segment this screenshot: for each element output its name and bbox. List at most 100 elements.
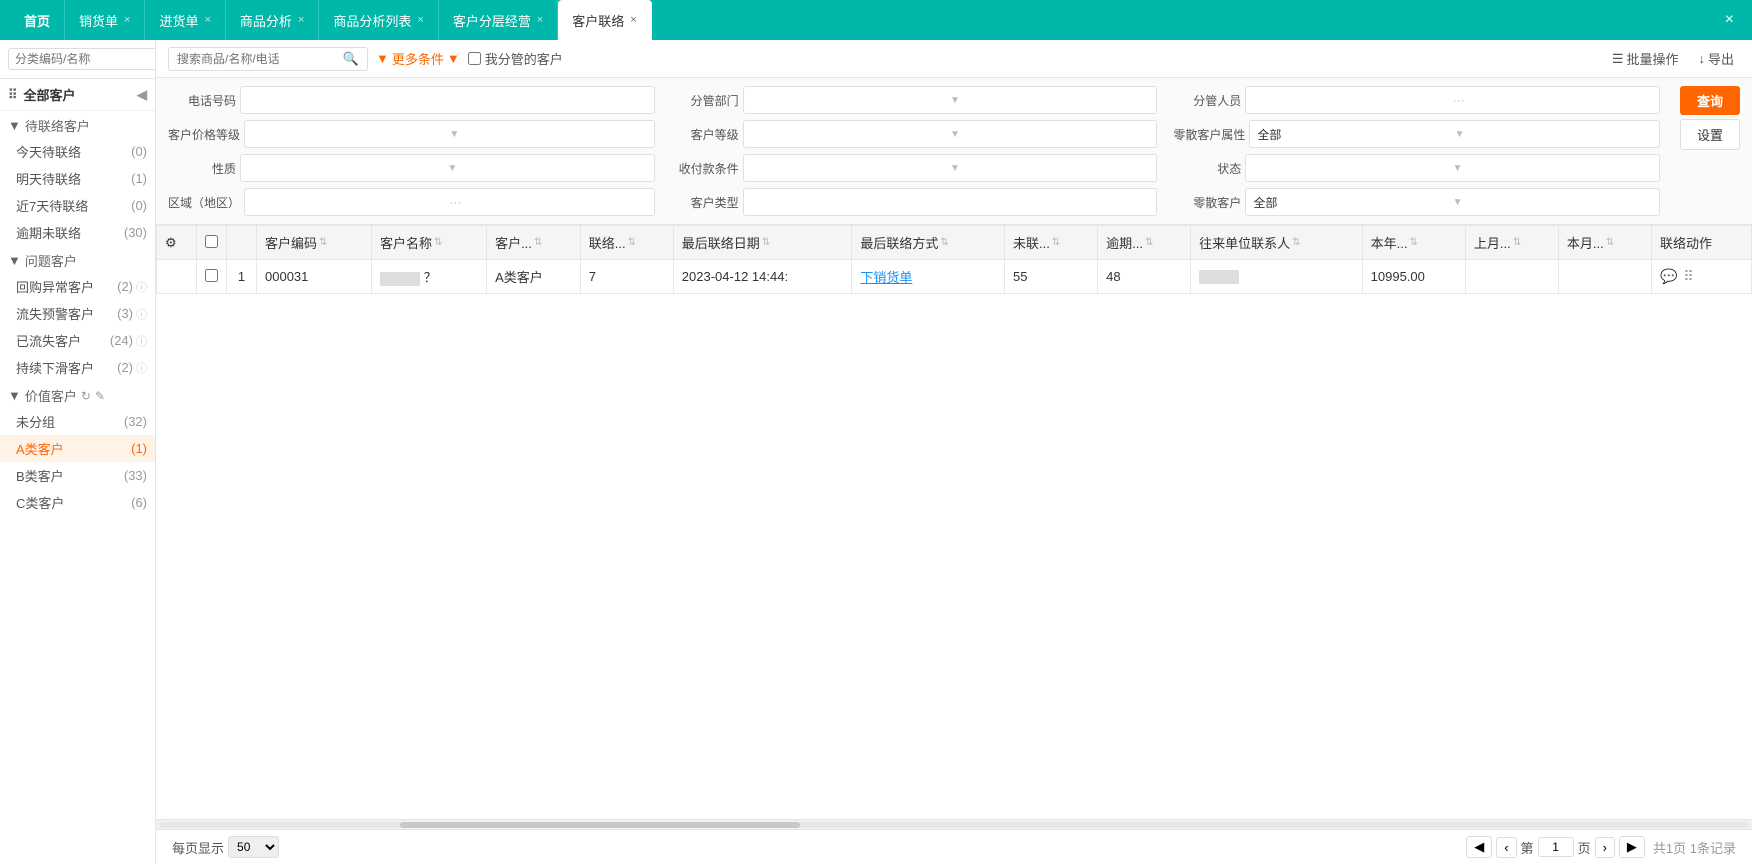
nav-tab-home[interactable]: 首页 — [10, 0, 65, 40]
nav-tab-sales[interactable]: 销货单 × — [65, 0, 145, 40]
settings-gear-icon[interactable]: ⚙ — [165, 235, 177, 250]
th-last-contact-date[interactable]: 最后联络日期 ⇅ — [673, 226, 852, 260]
sidebar-collapse-icon[interactable]: ◀ — [137, 87, 147, 103]
th-last-month-sort-icon[interactable]: ⇅ — [1513, 237, 1521, 248]
close-purchase-icon[interactable]: × — [204, 14, 210, 26]
sidebar-item-c-class[interactable]: C类客户 (6) — [0, 489, 155, 516]
row-last-contact-method-link[interactable]: 下销货单 — [860, 270, 912, 285]
sidebar-item-overdue[interactable]: 逾期未联络 (30) — [0, 219, 155, 246]
close-customer-tier-icon[interactable]: × — [537, 14, 543, 26]
page-size-select[interactable]: 50 100 200 — [228, 836, 279, 858]
th-code-sort-icon[interactable]: ⇅ — [319, 237, 327, 248]
nav-tab-customer-contact[interactable]: 客户联络 × — [558, 0, 651, 40]
sidebar-item-repurchase[interactable]: 回购异常客户 (2) ⓘ — [0, 273, 155, 300]
sidebar-item-today[interactable]: 今天待联络 (0) — [0, 138, 155, 165]
export-btn[interactable]: ↓ 导出 — [1692, 46, 1740, 71]
th-no-contact-sort-icon[interactable]: ⇅ — [1052, 237, 1060, 248]
close-analysis-list-icon[interactable]: × — [417, 14, 423, 26]
th-this-month-sort-icon[interactable]: ⇅ — [1606, 237, 1614, 248]
nature-select[interactable]: ▼ — [240, 154, 655, 182]
nav-tab-analysis-list[interactable]: 商品分析列表 × — [319, 0, 438, 40]
row-checkbox[interactable] — [205, 269, 218, 282]
customer-type-input[interactable] — [743, 188, 1158, 216]
filter-more-btn[interactable]: ▼ 更多条件 ▼ — [376, 49, 460, 68]
th-overdue-sort-icon[interactable]: ⇅ — [1145, 237, 1153, 248]
prev-page-btn[interactable]: ‹ — [1496, 837, 1516, 858]
th-company-contact-sort-icon[interactable]: ⇅ — [1292, 237, 1300, 248]
problem-group-label[interactable]: ▼ 问题客户 — [0, 246, 155, 273]
status-select[interactable]: ▼ — [1245, 154, 1660, 182]
region-select[interactable]: ··· — [244, 188, 655, 216]
sidebar-item-ungrouped[interactable]: 未分组 (32) — [0, 408, 155, 435]
row-last-contact-method[interactable]: 下销货单 — [852, 260, 1005, 294]
th-this-month[interactable]: 本月... ⇅ — [1558, 226, 1651, 260]
sidebar-item-tomorrow[interactable]: 明天待联络 (1) — [0, 165, 155, 192]
sidebar-item-b-class[interactable]: B类客户 (33) — [0, 462, 155, 489]
th-name[interactable]: 客户名称 ⇅ — [372, 226, 487, 260]
last-page-btn[interactable]: ▶ — [1619, 836, 1645, 858]
filter-search-input[interactable] — [177, 52, 343, 66]
settings-button[interactable]: 设置 — [1680, 119, 1740, 150]
qr-icon[interactable]: ⠿ — [1683, 268, 1693, 285]
th-category-sort-icon[interactable]: ⇅ — [534, 237, 542, 248]
pending-group-label[interactable]: ▼ 待联络客户 — [0, 111, 155, 138]
th-contact-count-sort-icon[interactable]: ⇅ — [628, 237, 636, 248]
next-page-btn[interactable]: › — [1595, 837, 1615, 858]
row-last-contact-date-value: 2023-04-12 14:44: — [682, 269, 788, 284]
sidebar-item-declining[interactable]: 持续下滑客户 (2) ⓘ — [0, 354, 155, 381]
chat-icon[interactable]: 💬 — [1660, 268, 1677, 285]
close-customer-contact-icon[interactable]: × — [630, 14, 636, 26]
customer-grade-select[interactable]: ▼ — [743, 120, 1158, 148]
sidebar-item-lost[interactable]: 已流失客户 (24) ⓘ — [0, 327, 155, 354]
th-overdue[interactable]: 逾期... ⇅ — [1098, 226, 1191, 260]
sidebar-item-a-class[interactable]: A类客户 (1) — [0, 435, 155, 462]
th-last-contact-date-sort-icon[interactable]: ⇅ — [762, 237, 770, 248]
retail-attr-select[interactable]: 全部 ▼ — [1249, 120, 1660, 148]
value-edit-icon[interactable]: ✎ — [95, 389, 105, 403]
price-grade-select[interactable]: ▼ — [244, 120, 655, 148]
page-input[interactable] — [1538, 837, 1574, 857]
manager-select[interactable]: ··· — [1245, 86, 1660, 114]
sidebar-item-lost-warning[interactable]: 流失预警客户 (3) ⓘ — [0, 300, 155, 327]
payment-select[interactable]: ▼ — [743, 154, 1158, 182]
value-group-label[interactable]: ▼ 价值客户 ↻ ✎ — [0, 381, 155, 408]
row-checkbox-cell[interactable] — [197, 260, 227, 294]
th-this-year[interactable]: 本年... ⇅ — [1362, 226, 1465, 260]
batch-btn[interactable]: ☰ 批量操作 — [1606, 46, 1685, 71]
query-button[interactable]: 查询 — [1680, 86, 1740, 115]
horizontal-scrollbar[interactable] — [156, 819, 1752, 829]
my-customers-checkbox[interactable] — [468, 52, 481, 65]
close-analysis-icon[interactable]: × — [298, 14, 304, 26]
th-name-sort-icon[interactable]: ⇅ — [434, 237, 442, 248]
all-customers-header[interactable]: ⠿ 全部客户 ◀ — [0, 79, 155, 111]
th-last-month[interactable]: 上月... ⇅ — [1465, 226, 1558, 260]
th-settings[interactable]: ⚙ — [157, 226, 197, 260]
close-sales-icon[interactable]: × — [124, 14, 130, 26]
th-last-contact-method-sort-icon[interactable]: ⇅ — [940, 237, 948, 248]
th-no-contact[interactable]: 未联... ⇅ — [1005, 226, 1098, 260]
select-all-checkbox[interactable] — [205, 235, 218, 248]
dept-select[interactable]: ▼ — [743, 86, 1158, 114]
th-code[interactable]: 客户编码 ⇅ — [257, 226, 372, 260]
sidebar-search-input[interactable] — [8, 48, 156, 70]
th-company-contact[interactable]: 往来单位联系人 ⇅ — [1191, 226, 1363, 260]
phone-input[interactable] — [240, 86, 655, 114]
first-page-btn[interactable]: ◀ — [1466, 836, 1492, 858]
sidebar-item-7days[interactable]: 近7天待联络 (0) — [0, 192, 155, 219]
nav-tab-purchase[interactable]: 进货单 × — [145, 0, 225, 40]
th-checkbox[interactable] — [197, 226, 227, 260]
th-last-contact-method[interactable]: 最后联络方式 ⇅ — [852, 226, 1005, 260]
nav-tab-customer-tier[interactable]: 客户分层经营 × — [439, 0, 558, 40]
scroll-track[interactable] — [160, 822, 1748, 828]
dept-label: 分管部门 — [671, 92, 739, 109]
retail-customer-select[interactable]: 全部 ▼ — [1245, 188, 1660, 216]
window-close-icon[interactable]: × — [1717, 11, 1742, 29]
pending-arrow-icon: ▼ — [8, 118, 21, 133]
value-refresh-icon[interactable]: ↻ — [81, 389, 91, 403]
nav-tab-analysis[interactable]: 商品分析 × — [226, 0, 319, 40]
filter-search-icon[interactable]: 🔍 — [343, 51, 359, 67]
scroll-thumb[interactable] — [400, 822, 800, 828]
th-this-year-sort-icon[interactable]: ⇅ — [1410, 237, 1418, 248]
th-contact-count[interactable]: 联络... ⇅ — [580, 226, 673, 260]
th-category[interactable]: 客户... ⇅ — [487, 226, 581, 260]
